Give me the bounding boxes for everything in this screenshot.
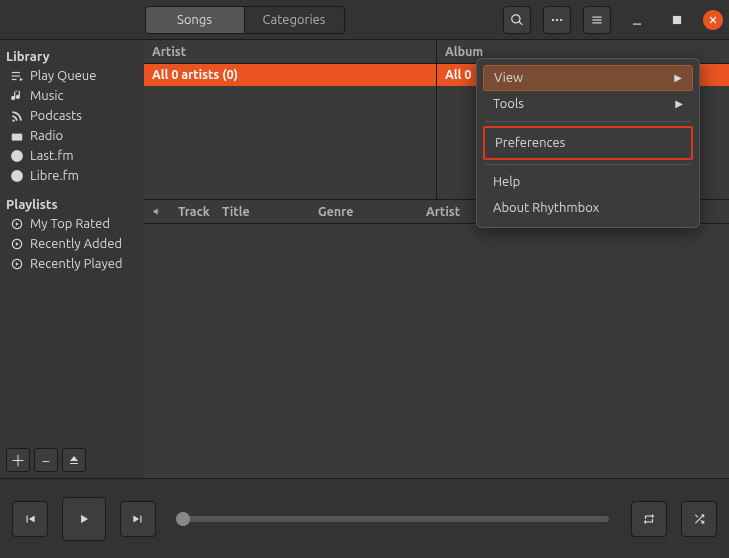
track-list: Track Title Genre Artist Album Time	[144, 200, 729, 478]
column-header-playing[interactable]	[144, 205, 170, 218]
menu-item-about[interactable]: About Rhythmbox	[483, 195, 693, 221]
queue-icon	[10, 69, 24, 83]
app-menu: View ▶ Tools ▶ Preferences Help About Rh…	[476, 58, 700, 228]
sidebar-item-label: Recently Played	[30, 257, 123, 271]
window-minimize[interactable]	[623, 6, 651, 34]
menu-item-help[interactable]: Help	[483, 169, 693, 195]
previous-button[interactable]	[12, 501, 48, 537]
sidebar-item-label: My Top Rated	[30, 217, 110, 231]
sidebar-heading-playlists: Playlists	[0, 194, 144, 214]
view-tabs: Songs Categories	[145, 6, 345, 34]
radio-icon	[10, 129, 24, 143]
next-button[interactable]	[120, 501, 156, 537]
progress-slider[interactable]	[178, 516, 609, 522]
menu-label: Tools	[493, 97, 524, 111]
eject-icon	[68, 454, 80, 466]
column-header-artist[interactable]: Artist	[144, 40, 436, 64]
chevron-right-icon: ▶	[675, 98, 683, 110]
app-menu-button[interactable]	[583, 6, 611, 34]
eject-button[interactable]	[62, 448, 86, 472]
sidebar-item-label: Recently Added	[30, 237, 122, 251]
progress-knob[interactable]	[176, 512, 190, 526]
sidebar: Library Play Queue Music Podcasts Radio …	[0, 40, 144, 478]
window-maximize[interactable]	[663, 6, 691, 34]
repeat-icon	[642, 512, 656, 526]
sidebar-item-label: Play Queue	[30, 69, 96, 83]
speaker-icon	[152, 205, 162, 218]
sidebar-item-label: Podcasts	[30, 109, 82, 123]
column-header-track[interactable]: Track	[170, 205, 214, 219]
tab-songs[interactable]: Songs	[145, 6, 245, 34]
remove-playlist-button[interactable]: −	[34, 448, 58, 472]
sidebar-playlist-top-rated[interactable]: My Top Rated	[0, 214, 144, 234]
sidebar-item-label: Last.fm	[30, 149, 74, 163]
close-icon	[708, 15, 718, 25]
chevron-right-icon: ▶	[674, 72, 682, 84]
titlebar: Songs Categories	[0, 0, 729, 40]
sidebar-item-label: Libre.fm	[30, 169, 79, 183]
sidebar-item-label: Radio	[30, 129, 63, 143]
repeat-button[interactable]	[631, 501, 667, 537]
lastfm-icon	[10, 149, 24, 163]
sidebar-playlist-recently-added[interactable]: Recently Added	[0, 234, 144, 254]
sidebar-playlist-recently-played[interactable]: Recently Played	[0, 254, 144, 274]
playlist-icon	[10, 257, 24, 271]
menu-label: About Rhythmbox	[493, 201, 599, 215]
menu-item-tools[interactable]: Tools ▶	[483, 91, 693, 117]
sidebar-item-play-queue[interactable]: Play Queue	[0, 66, 144, 86]
sidebar-item-lastfm[interactable]: Last.fm	[0, 146, 144, 166]
sidebar-item-librefm[interactable]: Libre.fm	[0, 166, 144, 186]
menu-label: Preferences	[495, 136, 565, 150]
sidebar-actions: ＋ −	[0, 444, 144, 478]
menu-item-preferences[interactable]: Preferences	[483, 126, 693, 160]
sidebar-item-music[interactable]: Music	[0, 86, 144, 106]
skip-back-icon	[23, 512, 37, 526]
menu-label: Help	[493, 175, 520, 189]
tab-categories[interactable]: Categories	[245, 6, 345, 34]
minimize-icon	[630, 13, 644, 27]
play-button[interactable]	[62, 497, 106, 541]
rss-icon	[10, 109, 24, 123]
maximize-icon	[670, 13, 684, 27]
sidebar-item-radio[interactable]: Radio	[0, 126, 144, 146]
sidebar-item-label: Music	[30, 89, 64, 103]
librefm-icon	[10, 169, 24, 183]
sidebar-item-podcasts[interactable]: Podcasts	[0, 106, 144, 126]
skip-forward-icon	[131, 512, 145, 526]
column-header-title[interactable]: Title	[214, 205, 310, 219]
column-header-genre[interactable]: Genre	[310, 205, 418, 219]
artist-all-row[interactable]: All 0 artists (0)	[144, 64, 436, 86]
menu-separator	[485, 164, 691, 165]
hamburger-icon	[590, 13, 604, 27]
add-playlist-button[interactable]: ＋	[6, 448, 30, 472]
menu-item-view[interactable]: View ▶	[483, 65, 693, 91]
search-icon	[510, 13, 524, 27]
player-bar	[0, 478, 729, 558]
more-button[interactable]	[543, 6, 571, 34]
artist-column: Artist All 0 artists (0)	[144, 40, 437, 199]
shuffle-icon	[692, 512, 706, 526]
playlist-icon	[10, 217, 24, 231]
window-close[interactable]	[703, 10, 723, 30]
search-button[interactable]	[503, 6, 531, 34]
ellipsis-icon	[550, 13, 564, 27]
sidebar-heading-library: Library	[0, 46, 144, 66]
play-icon	[77, 512, 91, 526]
menu-label: View	[494, 71, 523, 85]
menu-separator	[485, 121, 691, 122]
music-icon	[10, 89, 24, 103]
playlist-icon	[10, 237, 24, 251]
shuffle-button[interactable]	[681, 501, 717, 537]
